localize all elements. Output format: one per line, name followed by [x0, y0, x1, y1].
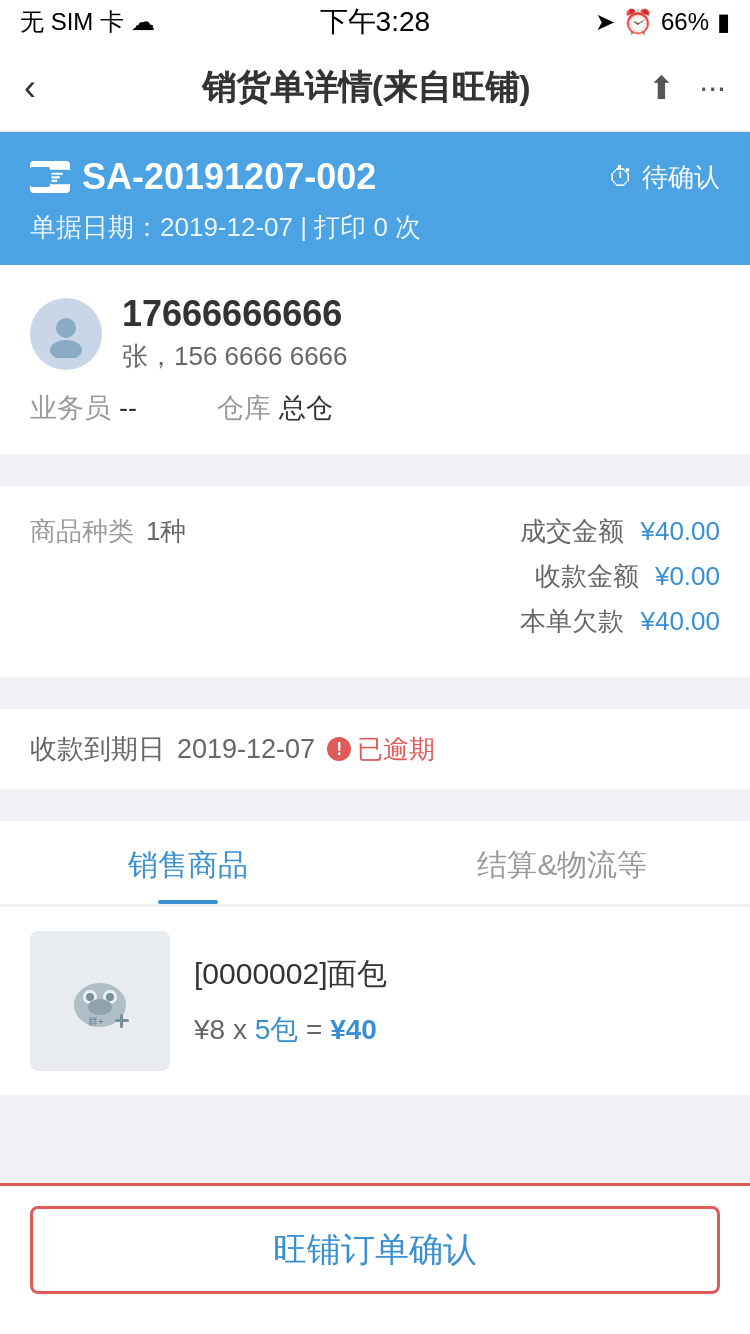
- summary-category: 商品种类 1种: [30, 514, 186, 549]
- svg-point-4: [56, 318, 76, 338]
- status-text: 待确认: [642, 160, 720, 195]
- order-date: 单据日期：2019-12-07 | 打印 0 次: [30, 210, 720, 245]
- overdue-icon: !: [327, 737, 351, 761]
- sim-signal-text: 无 SIM 卡 ☁: [20, 6, 155, 38]
- salesperson-label: 业务员: [30, 390, 111, 426]
- product-price: ¥8 x 5包 = ¥40: [194, 1011, 720, 1049]
- order-id-icon: [30, 161, 70, 193]
- customer-section: 17666666666 张，156 6666 6666 业务员 -- 仓库 总仓: [0, 265, 750, 454]
- divider-2: [0, 693, 750, 709]
- amount-label-2: 本单欠款: [520, 604, 624, 639]
- price-text: ¥8 x: [194, 1014, 255, 1045]
- amount-value-1: ¥0.00: [655, 561, 720, 592]
- status-bar-right: ➤ ⏰ 66% ▮: [595, 8, 730, 36]
- eq-sign: =: [298, 1014, 330, 1045]
- svg-rect-15: [120, 1014, 123, 1028]
- amount-row-1: 收款金额 ¥0.00: [520, 559, 720, 594]
- more-icon[interactable]: ···: [699, 69, 726, 106]
- product-thumbnail: 群+: [30, 931, 170, 1071]
- svg-text:群+: 群+: [88, 1016, 104, 1027]
- battery-text: 66%: [661, 8, 709, 36]
- salesperson-info: 业务员 --: [30, 390, 137, 426]
- tab-sales-product[interactable]: 销售商品: [0, 821, 375, 904]
- due-date-label: 收款到期日: [30, 731, 165, 767]
- svg-point-11: [86, 993, 94, 1001]
- page-title: 销货单详情(来自旺铺): [84, 65, 648, 111]
- summary-section: 商品种类 1种 成交金额 ¥40.00 收款金额 ¥0.00 本单欠款 ¥40.…: [0, 486, 750, 677]
- order-id-text: SA-20191207-002: [82, 156, 376, 198]
- due-section: 收款到期日 2019-12-07 ! 已逾期: [0, 709, 750, 789]
- due-date-value: 2019-12-07: [177, 734, 315, 765]
- status-badge: ⏱ 待确认: [608, 160, 720, 195]
- product-name: [0000002]面包: [194, 954, 720, 995]
- status-bar-left: 无 SIM 卡 ☁: [20, 6, 155, 38]
- customer-phone: 17666666666: [122, 293, 348, 335]
- amount-label-0: 成交金额: [520, 514, 624, 549]
- status-bar: 无 SIM 卡 ☁ 下午3:28 ➤ ⏰ 66% ▮: [0, 0, 750, 44]
- category-label: 商品种类: [30, 514, 134, 549]
- svg-rect-1: [51, 173, 62, 175]
- product-name-text: 面包: [327, 957, 387, 990]
- product-info: [0000002]面包 ¥8 x 5包 = ¥40: [194, 954, 720, 1049]
- amount-value-0: ¥40.00: [640, 516, 720, 547]
- product-total: ¥40: [330, 1014, 377, 1045]
- product-code: [0000002]: [194, 957, 327, 990]
- svg-rect-3: [51, 180, 57, 182]
- alarm-icon: ⏰: [623, 8, 653, 36]
- avatar: [30, 298, 102, 370]
- order-id-row: SA-20191207-002: [30, 156, 376, 198]
- summary-amounts: 成交金额 ¥40.00 收款金额 ¥0.00 本单欠款 ¥40.00: [520, 514, 720, 649]
- amount-value-2: ¥40.00: [640, 606, 720, 637]
- warehouse-value: 总仓: [279, 390, 333, 426]
- battery-icon: ▮: [717, 8, 730, 36]
- category-value: 1种: [146, 514, 186, 549]
- warehouse-label: 仓库: [217, 390, 271, 426]
- nav-right-icons: ⬆ ···: [648, 69, 726, 107]
- status-bar-time: 下午3:28: [320, 3, 431, 41]
- tabs-row: 销售商品 结算&物流等: [0, 821, 750, 904]
- order-header-card: SA-20191207-002 ⏱ 待确认 单据日期：2019-12-07 | …: [0, 132, 750, 265]
- amount-row-0: 成交金额 ¥40.00: [520, 514, 720, 549]
- confirm-button[interactable]: 旺铺订单确认: [30, 1206, 720, 1294]
- svg-point-13: [88, 999, 112, 1015]
- tabs-section: 销售商品 结算&物流等: [0, 821, 750, 905]
- amount-row-2: 本单欠款 ¥40.00: [520, 604, 720, 639]
- product-qty: 5包: [255, 1014, 299, 1045]
- export-icon[interactable]: ⬆: [648, 69, 675, 107]
- svg-point-5: [50, 340, 82, 358]
- product-section: 群+ [0000002]面包 ¥8 x 5包 = ¥40: [0, 907, 750, 1095]
- svg-point-12: [106, 993, 114, 1001]
- warehouse-info: 仓库 总仓: [217, 390, 333, 426]
- overdue-badge: ! 已逾期: [327, 732, 435, 767]
- confirm-button-wrap: 旺铺订单确认: [0, 1183, 750, 1334]
- divider-1: [0, 470, 750, 486]
- back-button[interactable]: ‹: [24, 67, 84, 109]
- clock-icon: ⏱: [608, 162, 634, 193]
- customer-sub: 张，156 6666 6666: [122, 339, 348, 374]
- svg-rect-2: [51, 176, 60, 178]
- divider-3: [0, 805, 750, 821]
- tab-settlement[interactable]: 结算&物流等: [375, 821, 750, 904]
- nav-bar: ‹ 销货单详情(来自旺铺) ⬆ ···: [0, 44, 750, 132]
- location-icon: ➤: [595, 8, 615, 36]
- overdue-text: 已逾期: [357, 732, 435, 767]
- salesperson-value: --: [119, 393, 137, 424]
- amount-label-1: 收款金额: [535, 559, 639, 594]
